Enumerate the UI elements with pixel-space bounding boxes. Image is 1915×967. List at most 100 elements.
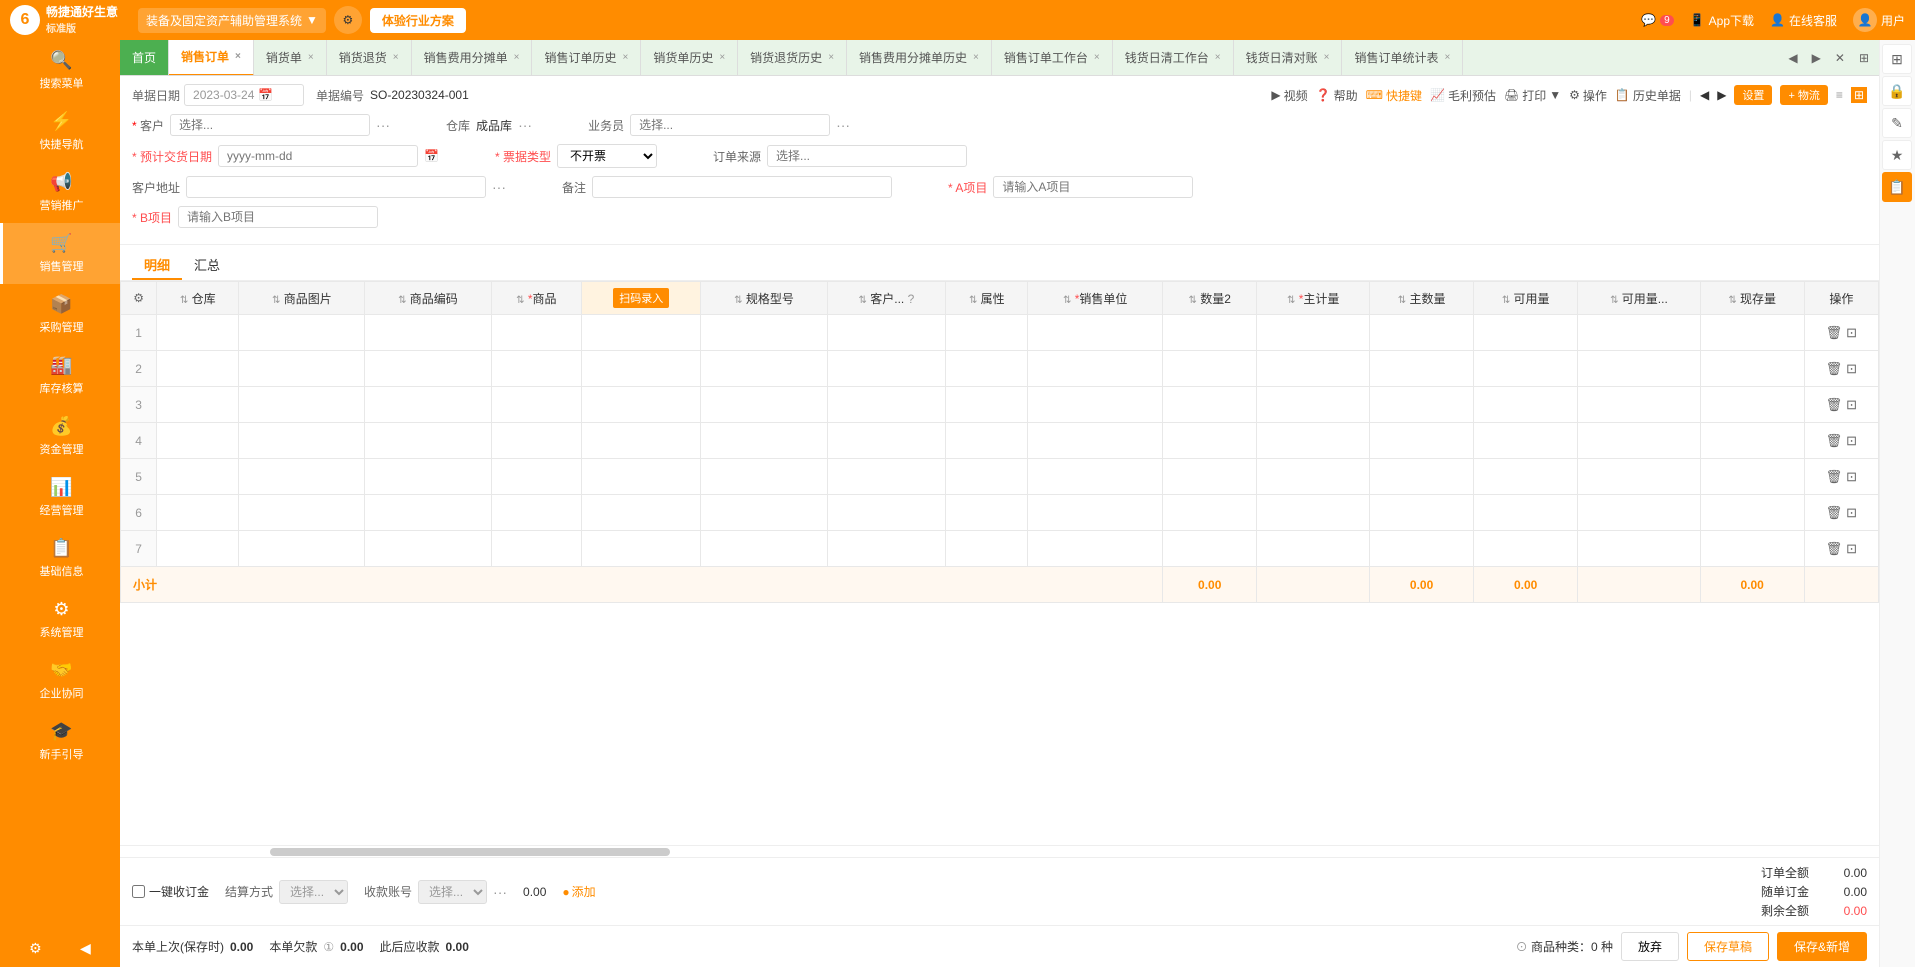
online-service-item[interactable]: 👤 在线客服 bbox=[1770, 12, 1837, 29]
row-avail2-3[interactable] bbox=[1578, 387, 1700, 423]
row-spec-5[interactable] bbox=[701, 459, 827, 495]
tab-order-workbench-close[interactable]: × bbox=[1094, 52, 1100, 63]
note-input[interactable] bbox=[592, 176, 892, 198]
user-item[interactable]: 👤 用户 bbox=[1853, 8, 1905, 32]
row-scan-4[interactable] bbox=[582, 423, 701, 459]
profit-btn[interactable]: 📈 毛利预估 bbox=[1430, 87, 1496, 104]
row-product-1[interactable] bbox=[491, 315, 582, 351]
address-input[interactable] bbox=[186, 176, 486, 198]
tab-home[interactable]: 首页 bbox=[120, 40, 169, 76]
notification-item[interactable]: 💬 9 9 bbox=[1641, 13, 1674, 27]
row-main-qty-3[interactable] bbox=[1370, 387, 1474, 423]
customer-input[interactable] bbox=[170, 114, 370, 136]
tab-close-all-btn[interactable]: ✕ bbox=[1829, 51, 1851, 65]
row-main-qty-5[interactable] bbox=[1370, 459, 1474, 495]
row-avail-5[interactable] bbox=[1474, 459, 1578, 495]
row-unit-4[interactable] bbox=[1028, 423, 1163, 459]
row-code-3[interactable] bbox=[365, 387, 491, 423]
row-stock-1[interactable] bbox=[1700, 315, 1804, 351]
row-avail-3[interactable] bbox=[1474, 387, 1578, 423]
add-payment-btn[interactable]: ● 添加 bbox=[562, 883, 595, 900]
settings-icon[interactable]: ⚙ bbox=[334, 6, 362, 34]
tab-refund-history-close[interactable]: × bbox=[828, 52, 834, 63]
account-more-btn[interactable]: ··· bbox=[493, 884, 507, 900]
row-main-qty-2[interactable] bbox=[1370, 351, 1474, 387]
tab-expense-history-close[interactable]: × bbox=[973, 52, 979, 63]
row-product-3[interactable] bbox=[491, 387, 582, 423]
row-main-unit-3[interactable] bbox=[1257, 387, 1370, 423]
row-product-7[interactable] bbox=[491, 531, 582, 567]
invoice-type-select[interactable]: 不开票 bbox=[557, 144, 657, 168]
row-delete-icon-7[interactable]: 🗑 bbox=[1826, 541, 1843, 557]
right-panel-btn-3[interactable]: ✎ bbox=[1882, 108, 1912, 138]
row-image-5[interactable] bbox=[239, 459, 365, 495]
row-qty2-6[interactable] bbox=[1163, 495, 1257, 531]
row-attr-3[interactable] bbox=[946, 387, 1028, 423]
row-scan-6[interactable] bbox=[582, 495, 701, 531]
row-attr-4[interactable] bbox=[946, 423, 1028, 459]
row-scan-7[interactable] bbox=[582, 531, 701, 567]
tab-sales-refund-close[interactable]: × bbox=[393, 52, 399, 63]
row-stock-2[interactable] bbox=[1700, 351, 1804, 387]
row-stock-4[interactable] bbox=[1700, 423, 1804, 459]
row-stock-3[interactable] bbox=[1700, 387, 1804, 423]
row-image-7[interactable] bbox=[239, 531, 365, 567]
row-copy-icon-2[interactable]: ⊡ bbox=[1846, 361, 1857, 377]
row-code-2[interactable] bbox=[365, 351, 491, 387]
tab-next-btn[interactable]: ▶ bbox=[1806, 51, 1827, 65]
grid-view-icon[interactable]: ≡ bbox=[1836, 88, 1843, 102]
save-new-btn[interactable]: 保存&新增 bbox=[1777, 932, 1867, 961]
row-main-qty-4[interactable] bbox=[1370, 423, 1474, 459]
row-product-4[interactable] bbox=[491, 423, 582, 459]
a-project-input[interactable] bbox=[993, 176, 1193, 198]
app-download-item[interactable]: 📱 App下载 bbox=[1690, 12, 1754, 29]
row-spec-2[interactable] bbox=[701, 351, 827, 387]
order-source-input[interactable] bbox=[767, 145, 967, 167]
tab-prev-btn[interactable]: ◀ bbox=[1782, 51, 1803, 65]
row-code-6[interactable] bbox=[365, 495, 491, 531]
row-attr-6[interactable] bbox=[946, 495, 1028, 531]
row-customer-5[interactable] bbox=[827, 459, 946, 495]
tab-order-workbench[interactable]: 销售订单工作台 × bbox=[992, 40, 1113, 76]
row-product-6[interactable] bbox=[491, 495, 582, 531]
tab-cash-reconcile[interactable]: 钱货日清对账 × bbox=[1234, 40, 1343, 76]
tab-sales-stats[interactable]: 销售订单统计表 × bbox=[1342, 40, 1463, 76]
row-warehouse-3[interactable] bbox=[157, 387, 239, 423]
sidebar-item-sales[interactable]: 🛒 销售管理 bbox=[0, 223, 120, 284]
save-draft-btn[interactable]: 保存草稿 bbox=[1687, 932, 1769, 961]
row-spec-4[interactable] bbox=[701, 423, 827, 459]
history-btn[interactable]: 📋 历史单据 bbox=[1615, 87, 1681, 104]
col-settings-icon[interactable]: ⚙ bbox=[133, 291, 144, 305]
sidebar-item-guide[interactable]: 🎓 新手引导 bbox=[0, 711, 120, 772]
row-delete-icon-5[interactable]: 🗑 bbox=[1826, 469, 1843, 485]
tab-expense-history[interactable]: 销售费用分摊单历史 × bbox=[847, 40, 992, 76]
row-avail2-2[interactable] bbox=[1578, 351, 1700, 387]
tab-order-history-close[interactable]: × bbox=[622, 52, 628, 63]
row-warehouse-6[interactable] bbox=[157, 495, 239, 531]
row-customer-6[interactable] bbox=[827, 495, 946, 531]
horizontal-scroll[interactable] bbox=[120, 845, 1879, 857]
sidebar-collapse-icon[interactable]: ◀ bbox=[80, 940, 91, 957]
row-qty2-2[interactable] bbox=[1163, 351, 1257, 387]
salesperson-input[interactable] bbox=[630, 114, 830, 136]
sidebar-item-enterprise[interactable]: 🤝 企业协同 bbox=[0, 650, 120, 711]
b-project-input[interactable] bbox=[178, 206, 378, 228]
tab-sales-stats-close[interactable]: × bbox=[1444, 52, 1450, 63]
row-unit-5[interactable] bbox=[1028, 459, 1163, 495]
row-customer-4[interactable] bbox=[827, 423, 946, 459]
row-avail-1[interactable] bbox=[1474, 315, 1578, 351]
sidebar-item-operations[interactable]: 📊 经营管理 bbox=[0, 467, 120, 528]
tab-refund-history[interactable]: 销货退货历史 × bbox=[738, 40, 847, 76]
row-unit-1[interactable] bbox=[1028, 315, 1163, 351]
row-avail2-1[interactable] bbox=[1578, 315, 1700, 351]
tab-cash-reconcile-close[interactable]: × bbox=[1324, 52, 1330, 63]
one-click-checkbox-input[interactable] bbox=[132, 885, 145, 898]
row-avail-7[interactable] bbox=[1474, 531, 1578, 567]
row-avail-2[interactable] bbox=[1474, 351, 1578, 387]
row-copy-icon-5[interactable]: ⊡ bbox=[1846, 469, 1857, 485]
tab-sales-return[interactable]: 销货单 × bbox=[254, 40, 327, 76]
sidebar-item-system[interactable]: ⚙ 系统管理 bbox=[0, 589, 120, 650]
sidebar-item-marketing[interactable]: 📢 营销推广 bbox=[0, 162, 120, 223]
detail-tab-detail[interactable]: 明细 bbox=[132, 251, 182, 280]
system-selector[interactable]: 装备及固定资产辅助管理系统 ▼ bbox=[138, 8, 326, 33]
